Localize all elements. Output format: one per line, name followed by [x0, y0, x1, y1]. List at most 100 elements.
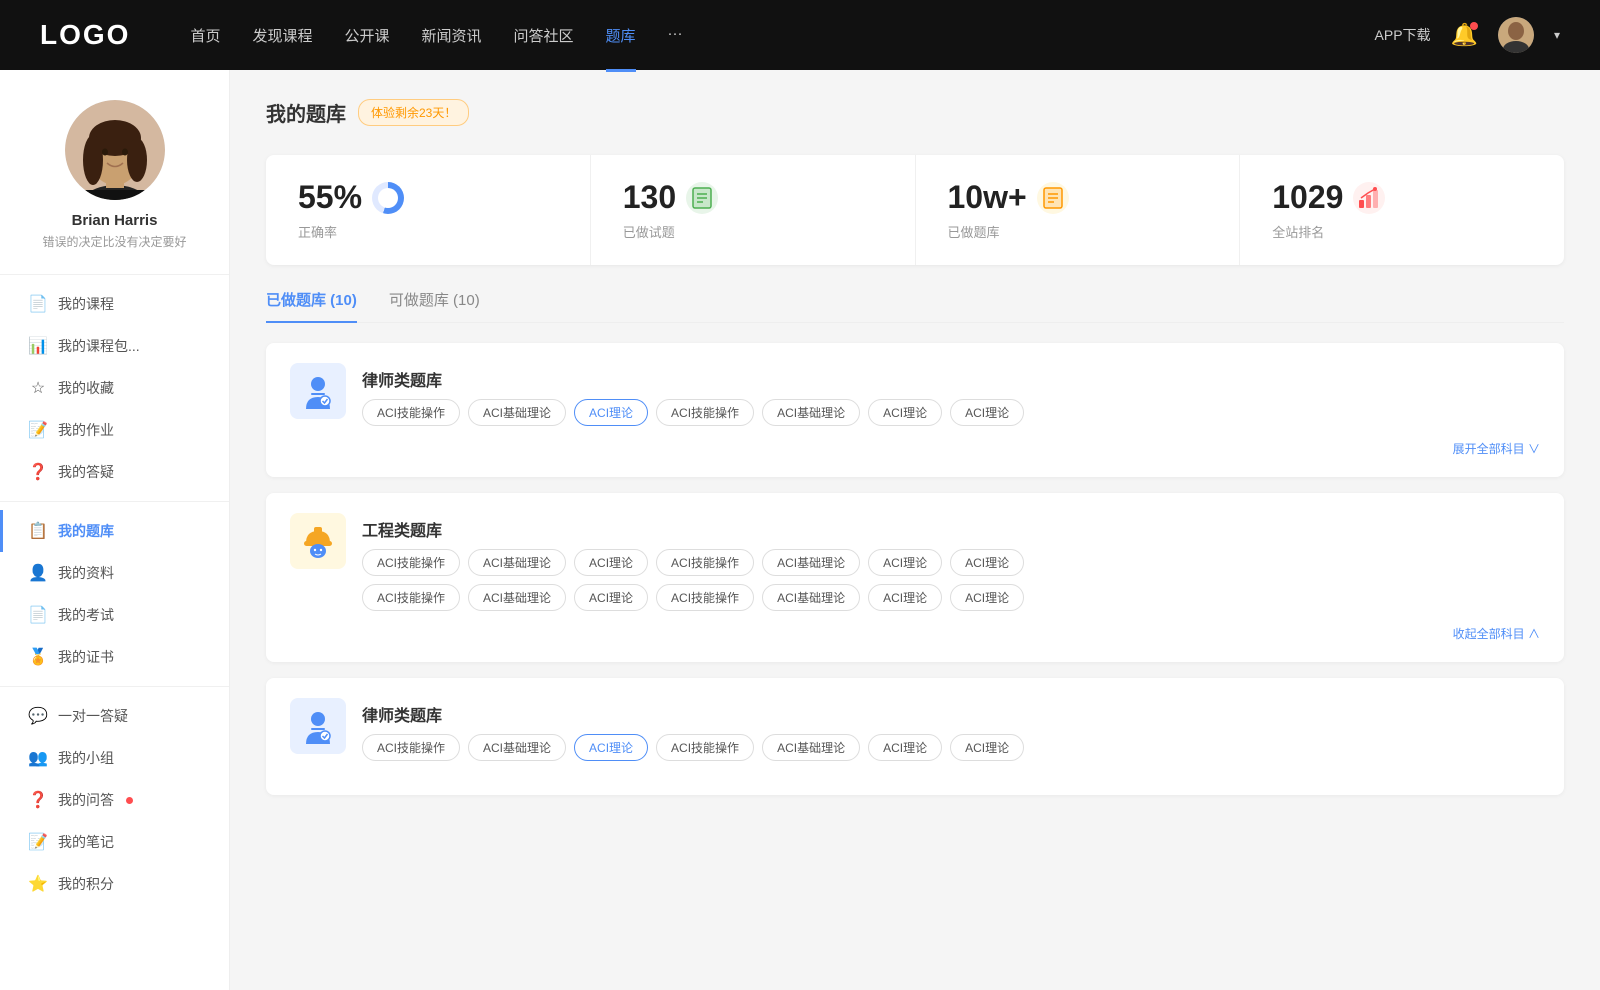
nav-discover[interactable]: 发现课程: [252, 25, 312, 46]
sidebar-item-notes[interactable]: 📝 我的笔记: [0, 821, 229, 863]
nav-open-course[interactable]: 公开课: [344, 25, 389, 46]
course-icon: 📄: [28, 294, 48, 314]
sidebar-item-qbank[interactable]: 📋 我的题库: [0, 510, 229, 552]
accuracy-chart: [372, 182, 404, 214]
stat-done-questions: 130 已做试题: [591, 155, 916, 265]
points-icon: ⭐: [28, 874, 48, 894]
accuracy-value: 55%: [298, 179, 362, 216]
stat-done-banks: 10w+ 已做题库: [916, 155, 1241, 265]
certificate-icon: 🏅: [28, 647, 48, 667]
stat-accuracy: 55% 正确率: [266, 155, 591, 265]
tag-1-ex-4[interactable]: ACI基础理论: [762, 584, 860, 611]
main-content: 我的题库 体验剩余23天！ 55% 正确率 130: [230, 70, 1600, 990]
stat-top-rank: 1029: [1272, 179, 1532, 216]
tag-2-0[interactable]: ACI技能操作: [362, 734, 460, 761]
qbank-header-0: 律师类题库 ACI技能操作 ACI基础理论 ACI理论 ACI技能操作 ACI基…: [290, 363, 1540, 426]
qbank-header-1: 工程类题库 ACI技能操作 ACI基础理论 ACI理论 ACI技能操作 ACI基…: [290, 513, 1540, 611]
sidebar-profile: Brian Harris 错误的决定比没有决定要好: [0, 70, 229, 266]
qbank-info-2: 律师类题库 ACI技能操作 ACI基础理论 ACI理论 ACI技能操作 ACI基…: [362, 698, 1024, 761]
exam-icon: 📄: [28, 605, 48, 625]
qbank-icon-lawyer-0: [290, 363, 346, 419]
tag-2-5[interactable]: ACI理论: [868, 734, 942, 761]
tag-0-6[interactable]: ACI理论: [950, 399, 1024, 426]
tag-1-1[interactable]: ACI基础理论: [468, 549, 566, 576]
nav-more[interactable]: ···: [668, 25, 683, 46]
tab-available-banks[interactable]: 可做题库 (10): [389, 289, 480, 322]
sidebar-item-qa[interactable]: ❓ 我的答疑: [0, 451, 229, 493]
tag-2-4[interactable]: ACI基础理论: [762, 734, 860, 761]
tag-1-0[interactable]: ACI技能操作: [362, 549, 460, 576]
tag-1-ex-2[interactable]: ACI理论: [574, 584, 648, 611]
user-avatar[interactable]: [1498, 17, 1534, 53]
qbank-card-1: 工程类题库 ACI技能操作 ACI基础理论 ACI理论 ACI技能操作 ACI基…: [266, 493, 1564, 662]
nav-qbank[interactable]: 题库: [606, 25, 636, 46]
qbank-info-0: 律师类题库 ACI技能操作 ACI基础理论 ACI理论 ACI技能操作 ACI基…: [362, 363, 1024, 426]
done-questions-icon: [686, 182, 718, 214]
sidebar-item-groups[interactable]: 👥 我的小组: [0, 737, 229, 779]
sidebar-item-1on1[interactable]: 💬 一对一答疑: [0, 695, 229, 737]
sidebar-item-myqa[interactable]: ❓ 我的问答: [0, 779, 229, 821]
app-download-link[interactable]: APP下载: [1375, 25, 1431, 45]
nav-news[interactable]: 新闻资讯: [422, 25, 482, 46]
tag-2-1[interactable]: ACI基础理论: [468, 734, 566, 761]
qbank-name-0: 律师类题库: [362, 363, 1024, 391]
sidebar-item-certificate[interactable]: 🏅 我的证书: [0, 636, 229, 678]
favorites-icon: ☆: [28, 378, 48, 398]
sidebar-item-profile[interactable]: 👤 我的资料: [0, 552, 229, 594]
sidebar-item-favorites[interactable]: ☆ 我的收藏: [0, 367, 229, 409]
logo: LOGO: [40, 19, 130, 51]
sidebar-item-course-package[interactable]: 📊 我的课程包...: [0, 325, 229, 367]
tag-1-ex-3[interactable]: ACI技能操作: [656, 584, 754, 611]
user-menu-chevron[interactable]: ▾: [1554, 28, 1560, 42]
tag-0-3[interactable]: ACI技能操作: [656, 399, 754, 426]
navbar: LOGO 首页 发现课程 公开课 新闻资讯 问答社区 题库 ··· APP下载 …: [0, 0, 1600, 70]
qbank-name-1: 工程类题库: [362, 513, 1024, 541]
nav-qa[interactable]: 问答社区: [514, 25, 574, 46]
notification-dot: [1470, 22, 1478, 30]
done-banks-label: 已做题库: [948, 222, 1208, 241]
qbank-tags-2: ACI技能操作 ACI基础理论 ACI理论 ACI技能操作 ACI基础理论 AC…: [362, 734, 1024, 761]
stat-top-done: 130: [623, 179, 883, 216]
tag-2-3[interactable]: ACI技能操作: [656, 734, 754, 761]
sidebar-item-exam[interactable]: 📄 我的考试: [0, 594, 229, 636]
tag-1-3[interactable]: ACI技能操作: [656, 549, 754, 576]
tag-0-4[interactable]: ACI基础理论: [762, 399, 860, 426]
tag-2-2[interactable]: ACI理论: [574, 734, 648, 761]
tag-1-ex-6[interactable]: ACI理论: [950, 584, 1024, 611]
tag-1-ex-1[interactable]: ACI基础理论: [468, 584, 566, 611]
profile-name: Brian Harris: [20, 212, 209, 229]
nav-home[interactable]: 首页: [190, 25, 220, 46]
trial-badge: 体验剩余23天！: [358, 99, 469, 126]
tag-0-1[interactable]: ACI基础理论: [468, 399, 566, 426]
done-questions-value: 130: [623, 179, 676, 216]
tag-0-5[interactable]: ACI理论: [868, 399, 942, 426]
stats-row: 55% 正确率 130: [266, 155, 1564, 265]
accuracy-label: 正确率: [298, 222, 558, 241]
tag-1-4[interactable]: ACI基础理论: [762, 549, 860, 576]
sidebar-item-course[interactable]: 📄 我的课程: [0, 283, 229, 325]
expand-link-0[interactable]: 展开全部科目 ∨: [290, 440, 1540, 457]
tab-done-banks[interactable]: 已做题库 (10): [266, 289, 357, 322]
qbank-icon: 📋: [28, 521, 48, 541]
collapse-link-1[interactable]: 收起全部科目 ∧: [290, 625, 1540, 642]
myqa-icon: ❓: [28, 790, 48, 810]
tag-1-ex-5[interactable]: ACI理论: [868, 584, 942, 611]
tag-2-6[interactable]: ACI理论: [950, 734, 1024, 761]
sidebar-item-homework[interactable]: 📝 我的作业: [0, 409, 229, 451]
stat-rank: 1029 全站排名: [1240, 155, 1564, 265]
nav-links: 首页 发现课程 公开课 新闻资讯 问答社区 题库 ···: [190, 25, 1374, 46]
groups-icon: 👥: [28, 748, 48, 768]
tabs-row: 已做题库 (10) 可做题库 (10): [266, 289, 1564, 323]
tag-1-ex-0[interactable]: ACI技能操作: [362, 584, 460, 611]
tag-1-2[interactable]: ACI理论: [574, 549, 648, 576]
tag-1-5[interactable]: ACI理论: [868, 549, 942, 576]
profile-icon: 👤: [28, 563, 48, 583]
tag-0-2[interactable]: ACI理论: [574, 399, 648, 426]
tag-0-0[interactable]: ACI技能操作: [362, 399, 460, 426]
sidebar-item-points[interactable]: ⭐ 我的积分: [0, 863, 229, 905]
notification-bell[interactable]: 🔔: [1451, 22, 1478, 48]
rank-value: 1029: [1272, 179, 1343, 216]
sidebar: Brian Harris 错误的决定比没有决定要好 📄 我的课程 📊 我的课程包…: [0, 70, 230, 990]
tag-1-6[interactable]: ACI理论: [950, 549, 1024, 576]
done-banks-icon: [1037, 182, 1069, 214]
